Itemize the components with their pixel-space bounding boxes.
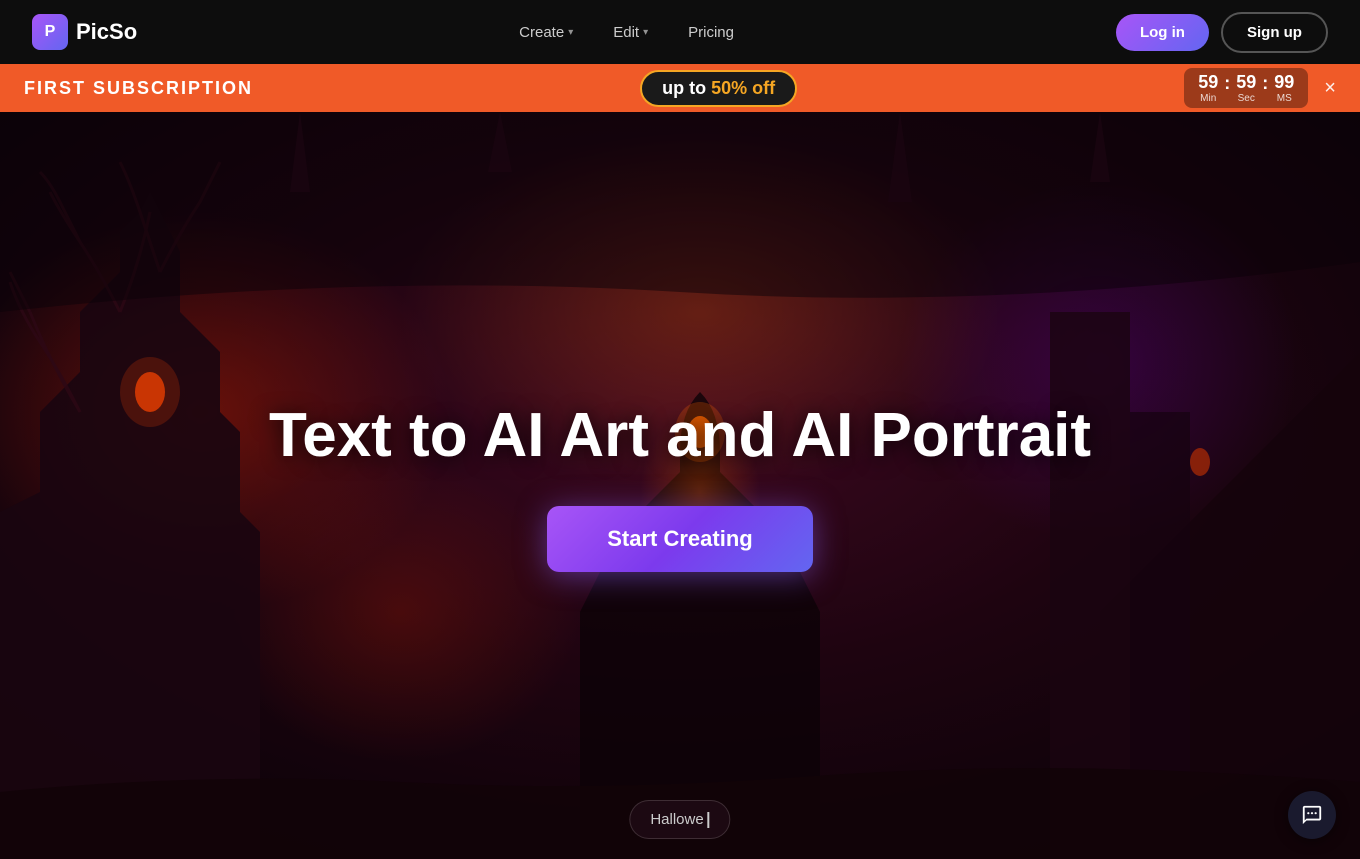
countdown-sep-1: : [1224, 73, 1230, 94]
text-pill[interactable]: Hallowe [629, 800, 730, 839]
nav-item-edit[interactable]: Edit ▾ [597, 16, 664, 49]
chat-button[interactable] [1288, 791, 1336, 839]
promo-close-button[interactable]: × [1324, 77, 1336, 100]
hero-bottom-input: Hallowe [629, 800, 730, 839]
countdown-min-value: 59 [1198, 72, 1218, 94]
countdown-sec-value: 59 [1236, 72, 1256, 94]
navbar: P PicSo Create ▾ Edit ▾ Pricing Log in S… [0, 0, 1360, 64]
text-cursor [708, 812, 710, 828]
nav-item-create[interactable]: Create ▾ [503, 16, 589, 49]
start-creating-button[interactable]: Start Creating [547, 506, 812, 572]
promo-badge[interactable]: up to 50% off [640, 70, 797, 107]
countdown-sep-2: : [1262, 73, 1268, 94]
countdown-ms: 99 MS [1274, 72, 1294, 105]
countdown-ms-label: MS [1277, 93, 1292, 104]
hero-section: Text to AI Art and AI Portrait Start Cre… [0, 112, 1360, 859]
countdown-sec-label: Sec [1238, 93, 1255, 104]
logo-text: PicSo [76, 19, 137, 45]
countdown-min: 59 Min [1198, 72, 1218, 105]
logo-icon: P [32, 14, 68, 50]
hero-title: Text to AI Art and AI Portrait [269, 399, 1091, 473]
countdown-sec: 59 Sec [1236, 72, 1256, 105]
countdown: 59 Min : 59 Sec : 99 MS [1184, 68, 1308, 109]
nav-links: Create ▾ Edit ▾ Pricing [503, 16, 750, 49]
promo-badge-prefix: up to [662, 78, 711, 98]
signup-button[interactable]: Sign up [1221, 12, 1328, 53]
promo-right: 59 Min : 59 Sec : 99 MS × [1184, 68, 1336, 109]
login-button[interactable]: Log in [1116, 14, 1209, 51]
countdown-min-label: Min [1200, 93, 1216, 104]
nav-item-pricing[interactable]: Pricing [672, 16, 750, 49]
promo-text: FIRST SUBSCRIPTION [24, 78, 253, 99]
navbar-actions: Log in Sign up [1116, 12, 1328, 53]
chevron-down-icon: ▾ [643, 27, 648, 38]
chevron-down-icon: ▾ [568, 27, 573, 38]
chat-icon [1301, 804, 1323, 826]
promo-badge-highlight: 50% off [711, 78, 775, 98]
logo[interactable]: P PicSo [32, 14, 137, 50]
promo-banner: FIRST SUBSCRIPTION up to 50% off 59 Min … [0, 64, 1360, 112]
hero-content: Text to AI Art and AI Portrait Start Cre… [0, 112, 1360, 859]
countdown-ms-value: 99 [1274, 72, 1294, 94]
text-pill-value: Hallowe [650, 811, 703, 828]
